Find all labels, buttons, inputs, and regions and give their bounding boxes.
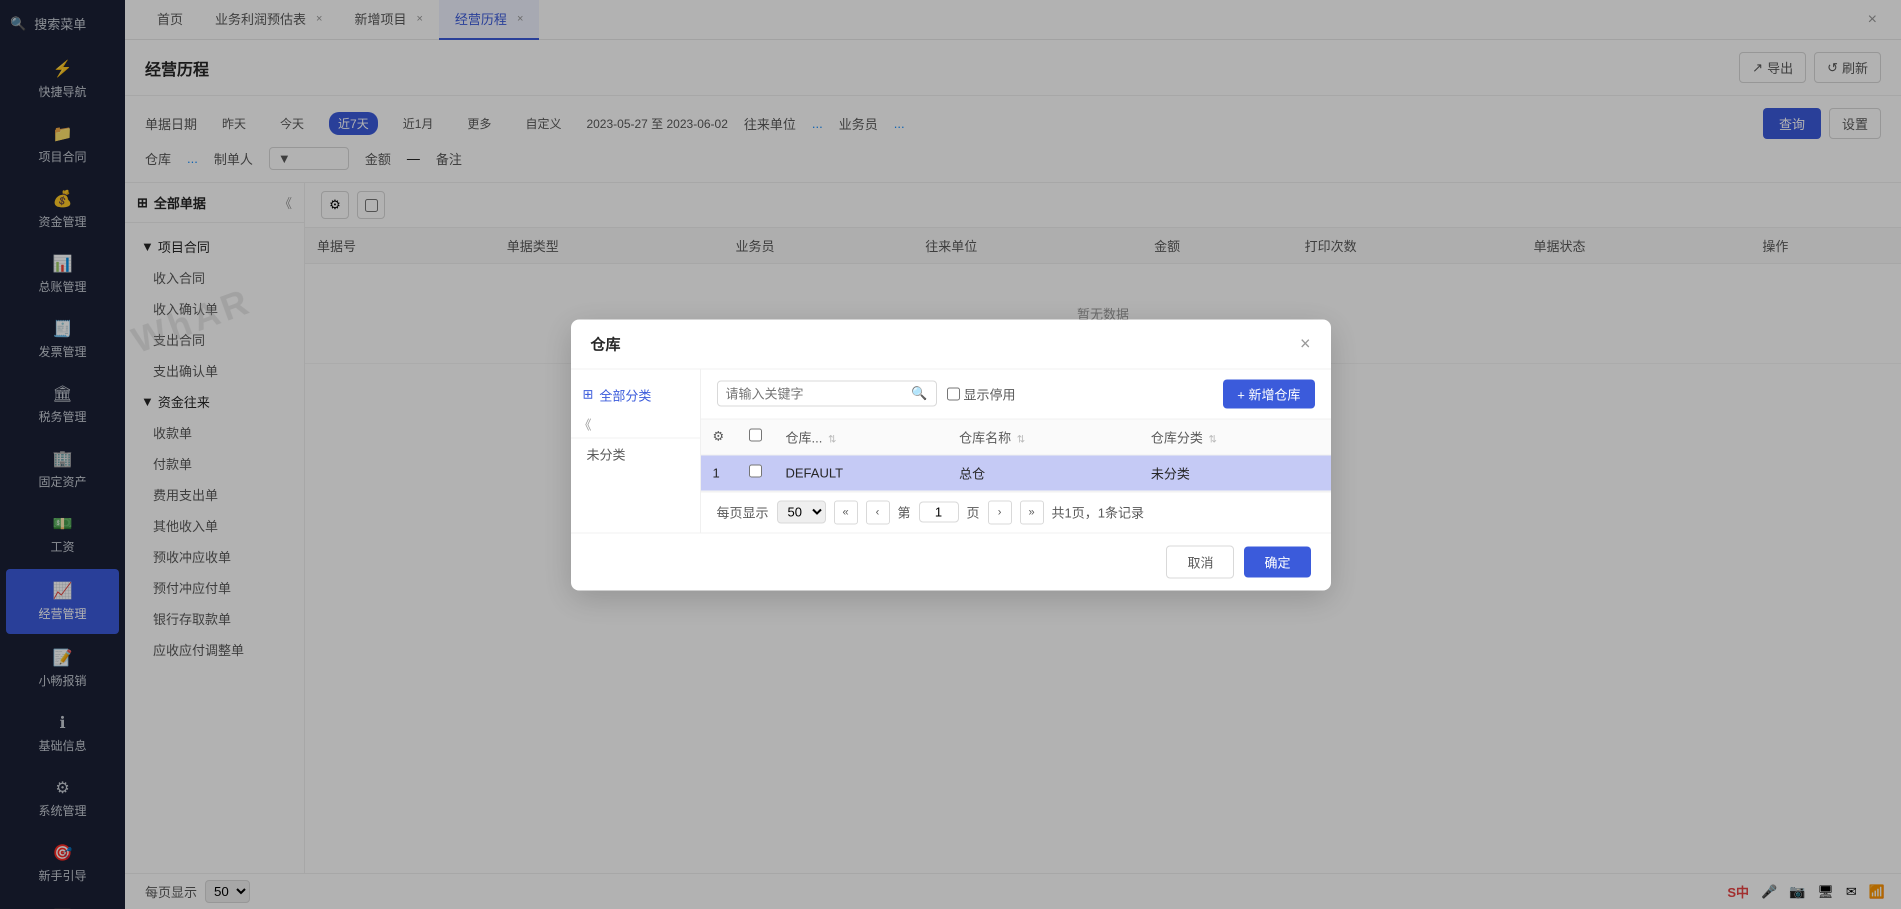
modal-left-scroll: 未分类 <box>571 438 700 469</box>
category-sort-icon[interactable]: ⇅ <box>1208 434 1216 445</box>
modal-header: 仓库 × <box>571 319 1331 369</box>
cancel-button[interactable]: 取消 <box>1166 545 1234 578</box>
warehouse-search-input[interactable] <box>726 386 906 401</box>
col-settings-header: ⚙ <box>701 419 737 455</box>
page-suffix-label: 页 <box>967 503 980 522</box>
row-checkbox[interactable] <box>749 465 762 478</box>
next-page-button[interactable]: › <box>988 500 1012 524</box>
modal-page-size-label: 每页显示 <box>717 503 769 522</box>
modal-left-panel: ⊞ 全部分类 《 未分类 <box>571 369 701 532</box>
last-page-button[interactable]: » <box>1020 500 1044 524</box>
col-code-header: 仓库... ⇅ <box>774 419 948 455</box>
modal-pagination: 每页显示 50 « ‹ 第 页 › » 共1页，1条记录 <box>701 491 1331 532</box>
name-sort-icon[interactable]: ⇅ <box>1017 434 1025 445</box>
modal-page-size-select[interactable]: 50 <box>777 501 826 524</box>
modal-right-toolbar: 🔍 显示停用 + 新增仓库 <box>701 369 1331 419</box>
modal-left-collapse-icon[interactable]: 《 <box>579 414 592 433</box>
first-page-button[interactable]: « <box>834 500 858 524</box>
modal-footer: 取消 确定 <box>571 532 1331 590</box>
total-info: 共1页，1条记录 <box>1052 503 1144 522</box>
row-settings-cell: 1 <box>701 455 737 491</box>
modal-all-categories[interactable]: ⊞ 全部分类 <box>571 379 700 410</box>
warehouse-modal: 仓库 × ⊞ 全部分类 《 未分类 🔍 <box>571 319 1331 590</box>
modal-title: 仓库 <box>591 333 621 354</box>
uncategorized-item[interactable]: 未分类 <box>571 438 700 469</box>
col-name-header: 仓库名称 ⇅ <box>947 419 1139 455</box>
warehouse-search-wrap: 🔍 <box>717 381 937 407</box>
row-name-cell: 总仓 <box>947 455 1139 491</box>
add-warehouse-button[interactable]: + 新增仓库 <box>1223 379 1314 408</box>
col-category-header: 仓库分类 ⇅ <box>1139 419 1331 455</box>
table-row[interactable]: 1 DEFAULT 总仓 未分类 <box>701 455 1331 491</box>
row-category-cell: 未分类 <box>1139 455 1331 491</box>
row-code-cell: DEFAULT <box>774 455 948 491</box>
show-disabled-text: 显示停用 <box>964 384 1016 403</box>
show-disabled-checkbox[interactable] <box>947 387 960 400</box>
row-checkbox-cell <box>737 455 774 491</box>
modal-right-panel: 🔍 显示停用 + 新增仓库 ⚙ <box>701 369 1331 532</box>
page-number-input[interactable] <box>919 502 959 523</box>
modal-body: ⊞ 全部分类 《 未分类 🔍 显示停用 + 新增仓库 <box>571 369 1331 532</box>
warehouse-search-icon[interactable]: 🔍 <box>911 386 927 402</box>
prev-page-button[interactable]: ‹ <box>866 500 890 524</box>
grid-categories-icon: ⊞ <box>583 387 594 403</box>
modal-close-button[interactable]: × <box>1300 333 1311 354</box>
modal-table: ⚙ 仓库... ⇅ 仓库名称 ⇅ <box>701 419 1331 491</box>
modal-table-container: ⚙ 仓库... ⇅ 仓库名称 ⇅ <box>701 419 1331 491</box>
all-categories-label: 全部分类 <box>599 385 651 404</box>
confirm-button[interactable]: 确定 <box>1244 546 1310 577</box>
modal-select-all-checkbox[interactable] <box>749 429 762 442</box>
code-sort-icon[interactable]: ⇅ <box>828 434 836 445</box>
col-checkbox-header <box>737 419 774 455</box>
show-disabled-label[interactable]: 显示停用 <box>947 384 1016 403</box>
page-prefix-label: 第 <box>898 503 911 522</box>
